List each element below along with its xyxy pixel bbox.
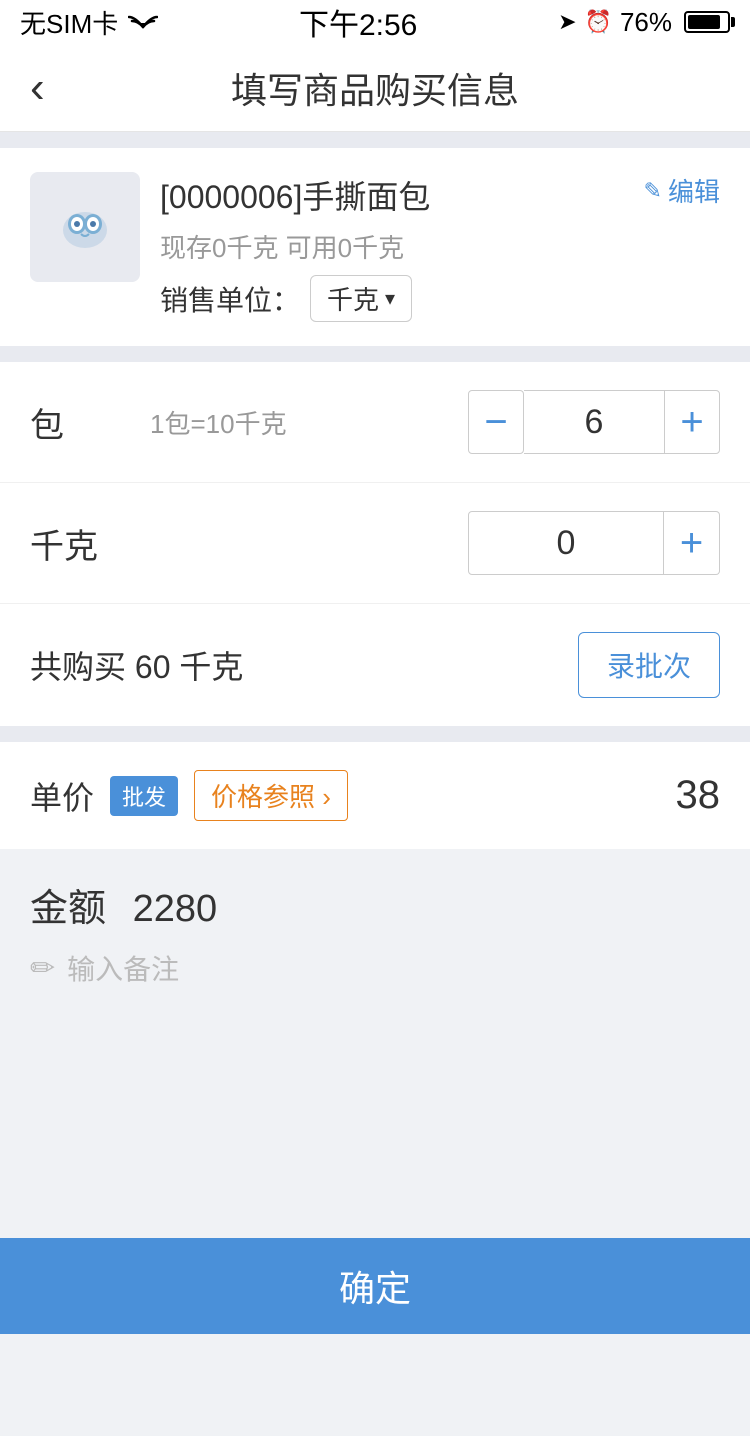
back-button[interactable]: ‹ <box>30 66 45 110</box>
note-placeholder: 输入备注 <box>67 948 179 988</box>
bao-row: 包 1包=10千克 − + <box>0 362 750 483</box>
nav-bar: ‹ 填写商品购买信息 <box>0 44 750 132</box>
product-card: [0000006]手撕面包 现存0千克 可用0千克 销售单位： 千克 ▾ ✎ 编… <box>0 148 750 346</box>
confirm-button-label: 确定 <box>339 1260 411 1312</box>
page-title: 填写商品购买信息 <box>231 62 519 114</box>
product-stock: 现存0千克 可用0千克 <box>160 228 720 265</box>
battery-icon <box>684 11 730 33</box>
wifi-icon <box>128 7 158 38</box>
amount-label: 金额 <box>30 888 106 930</box>
kg-label: 千克 <box>30 519 130 568</box>
kg-plus-button[interactable]: + <box>664 511 720 575</box>
unit-select[interactable]: 千克 ▾ <box>310 275 412 322</box>
confirm-bar[interactable]: 确定 <box>0 1238 750 1334</box>
summary-row: 共购买 60 千克 录批次 <box>0 604 750 726</box>
unit-label: 销售单位： <box>160 279 300 319</box>
price-ref-button[interactable]: 价格参照 › <box>194 770 348 821</box>
carrier-label: 无SIM卡 <box>20 4 118 41</box>
bao-label: 包 <box>30 398 130 447</box>
product-unit-row: 销售单位： 千克 ▾ <box>160 275 720 322</box>
bao-quantity-input[interactable] <box>524 390 664 454</box>
amount-section: 金额 2280 ✏ 输入备注 <box>0 849 750 1016</box>
status-time: 下午2:56 <box>299 0 417 44</box>
edit-icon: ✎ <box>644 178 662 204</box>
note-row[interactable]: ✏ 输入备注 <box>30 948 720 988</box>
bao-minus-button[interactable]: − <box>468 390 524 454</box>
product-image <box>30 172 140 282</box>
mid-separator-2 <box>0 726 750 742</box>
summary-text: 共购买 60 千克 <box>30 642 243 688</box>
bao-plus-button[interactable]: + <box>664 390 720 454</box>
kg-quantity-input[interactable] <box>468 511 664 575</box>
product-info: [0000006]手撕面包 现存0千克 可用0千克 销售单位： 千克 ▾ <box>160 172 720 322</box>
product-name: [0000006]手撕面包 <box>160 172 720 218</box>
edit-button[interactable]: ✎ 编辑 <box>644 172 720 209</box>
top-separator <box>0 132 750 148</box>
kg-quantity-control: + <box>468 511 720 575</box>
bottom-fill <box>0 1016 750 1436</box>
battery-percent: 76% <box>620 7 672 38</box>
bao-hint: 1包=10千克 <box>150 404 448 441</box>
amount-value: 2280 <box>133 888 218 930</box>
unit-dropdown-icon: ▾ <box>385 286 395 311</box>
location-icon: ➤ <box>558 9 576 35</box>
alarm-icon: ⏰ <box>585 9 612 35</box>
batch-button[interactable]: 录批次 <box>578 632 720 698</box>
mid-separator-1 <box>0 346 750 362</box>
price-value: 38 <box>676 773 721 818</box>
status-left: 无SIM卡 <box>20 4 158 41</box>
status-bar: 无SIM卡 下午2:56 ➤ ⏰ 76% <box>0 0 750 44</box>
form-section: 包 1包=10千克 − + 千克 + <box>0 362 750 604</box>
pencil-icon: ✏ <box>30 951 55 986</box>
price-label: 单价 <box>30 773 94 819</box>
status-right: ➤ ⏰ 76% <box>558 7 730 38</box>
price-tag: 批发 <box>110 776 178 816</box>
bao-quantity-control: − + <box>468 390 720 454</box>
kg-row: 千克 + <box>0 483 750 604</box>
price-section: 单价 批发 价格参照 › 38 <box>0 742 750 849</box>
amount-row: 金额 2280 <box>30 877 720 932</box>
